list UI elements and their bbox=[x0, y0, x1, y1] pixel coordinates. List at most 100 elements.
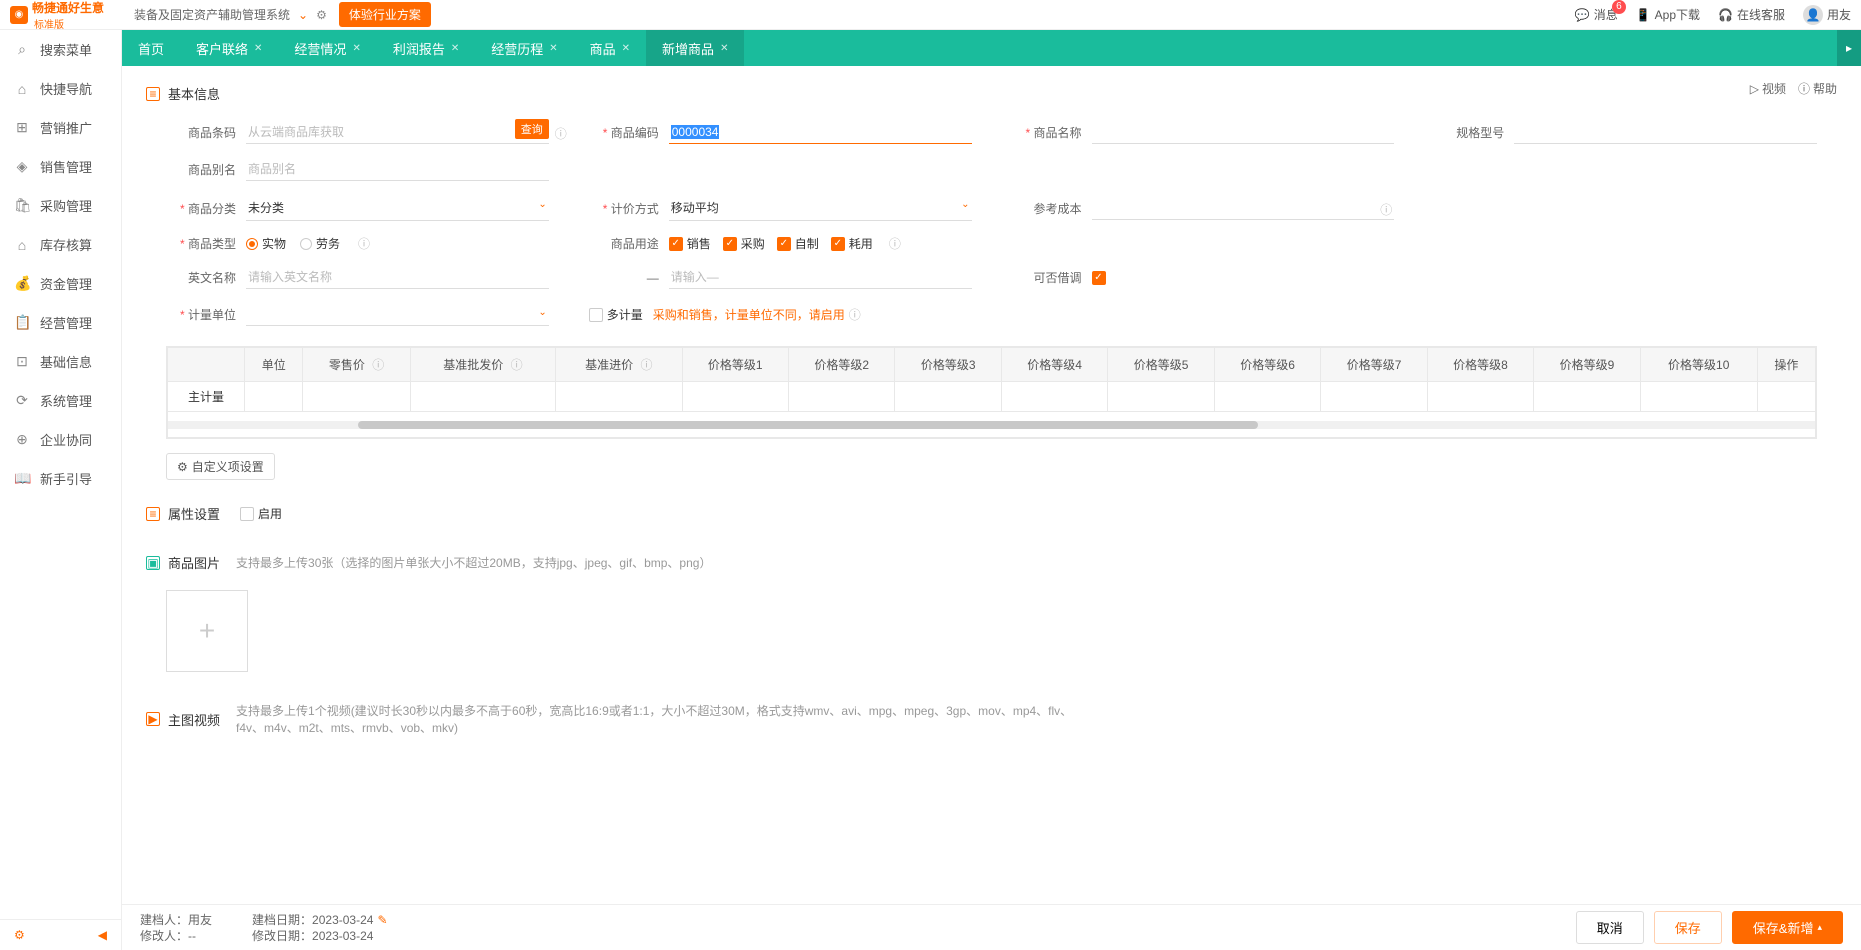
table-row[interactable]: 主计量 bbox=[168, 382, 1816, 412]
sidebar-item-1[interactable]: ⌂ 快捷导航 bbox=[0, 69, 121, 108]
tab-6[interactable]: 新增商品✕ bbox=[646, 30, 744, 66]
settings-gear-icon[interactable]: ⚙ bbox=[14, 928, 25, 942]
refcost-input[interactable] bbox=[1092, 197, 1395, 220]
logo[interactable]: ◉ 畅捷通好生意 标准版 bbox=[10, 0, 104, 31]
close-icon[interactable]: ✕ bbox=[352, 43, 360, 54]
code-input[interactable]: 0000034 bbox=[669, 121, 972, 144]
service-link[interactable]: 🎧 在线客服 bbox=[1718, 6, 1785, 23]
sidebar-item-7[interactable]: 📋经营管理 bbox=[0, 303, 121, 342]
unit-select[interactable] bbox=[246, 303, 549, 326]
transfer-checkbox[interactable] bbox=[1092, 271, 1106, 285]
cancel-button[interactable]: 取消 bbox=[1576, 911, 1644, 944]
createdate-label: 建档日期： bbox=[252, 913, 312, 927]
usage-checkbox-0[interactable]: 销售 bbox=[669, 235, 711, 252]
attr-enable-checkbox[interactable]: 启用 bbox=[240, 505, 282, 522]
user-menu[interactable]: 👤 用友 bbox=[1803, 5, 1851, 25]
sidebar-item-6[interactable]: 💰资金管理 bbox=[0, 264, 121, 303]
tab-4[interactable]: 经营历程✕ bbox=[475, 30, 573, 66]
dash-label: — bbox=[589, 271, 659, 285]
barcode-input[interactable] bbox=[246, 121, 549, 144]
tab-2[interactable]: 经营情况 ✕ bbox=[278, 30, 376, 66]
barcode-query-button[interactable]: 查询 bbox=[515, 119, 549, 139]
sidebar-icon: ⌂ bbox=[14, 81, 30, 97]
sidebar-item-11[interactable]: 📖新手引导 bbox=[0, 459, 121, 498]
sidebar-item-4[interactable]: 🛍采购管理 bbox=[0, 186, 121, 225]
multiunit-hint: 采购和销售，计量单位不同，请启用 bbox=[653, 306, 845, 323]
video-link[interactable]: ▷ 视频 bbox=[1750, 80, 1786, 97]
close-icon[interactable]: ✕ bbox=[622, 43, 630, 54]
usage-checkbox-1[interactable]: 采购 bbox=[723, 235, 765, 252]
custom-fields-button[interactable]: ⚙ 自定义项设置 bbox=[166, 453, 275, 480]
tab-label: 经营情况 bbox=[294, 39, 346, 58]
tab-expand-button[interactable]: ▸ bbox=[1837, 30, 1861, 66]
alias-label: 商品别名 bbox=[166, 161, 236, 178]
table-header-4: 基准进价 ⓘ bbox=[556, 348, 682, 382]
usage-checkbox-3[interactable]: 耗用 bbox=[831, 235, 873, 252]
sidebar-item-9[interactable]: ⟳系统管理 bbox=[0, 381, 121, 420]
sidebar-label: 库存核算 bbox=[40, 235, 92, 254]
tab-5[interactable]: 商品✕ bbox=[574, 30, 646, 66]
pricing-select[interactable]: 移动平均 bbox=[669, 195, 972, 221]
sidebar-icon: 🛍 bbox=[14, 197, 30, 214]
gear-icon[interactable]: ⚙ bbox=[316, 8, 327, 22]
table-header-11: 价格等级7 bbox=[1321, 348, 1427, 382]
dash-input[interactable] bbox=[669, 266, 972, 289]
messages-link[interactable]: 💬 消息 6 bbox=[1575, 6, 1618, 23]
alias-input[interactable] bbox=[246, 158, 549, 181]
app-download-link[interactable]: 📱 App下载 bbox=[1636, 6, 1700, 23]
sidebar-icon: ⊡ bbox=[14, 353, 30, 370]
name-input[interactable] bbox=[1092, 121, 1395, 144]
sidebar-item-8[interactable]: ⊡基础信息 bbox=[0, 342, 121, 381]
close-icon[interactable]: ✕ bbox=[720, 43, 728, 54]
tab-0[interactable]: 首页 bbox=[122, 30, 180, 66]
help-link[interactable]: ⓘ 帮助 bbox=[1798, 80, 1837, 97]
info-icon[interactable]: ⓘ bbox=[849, 306, 861, 323]
save-button[interactable]: 保存 bbox=[1654, 911, 1722, 944]
en-input[interactable] bbox=[246, 266, 549, 289]
sidebar-icon: 💰 bbox=[14, 275, 30, 292]
type-radio-physical[interactable]: 实物 bbox=[246, 235, 286, 252]
tab-3[interactable]: 利润报告✕ bbox=[377, 30, 475, 66]
sidebar-icon: ◈ bbox=[14, 158, 30, 175]
table-row[interactable] bbox=[168, 412, 1816, 438]
experience-button[interactable]: 体验行业方案 bbox=[339, 2, 431, 27]
sidebar-item-0[interactable]: ⌕搜索菜单 bbox=[0, 30, 121, 69]
image-upload-button[interactable]: + bbox=[166, 590, 248, 672]
chevron-down-icon: ⌄ bbox=[961, 199, 969, 210]
table-header-8: 价格等级4 bbox=[1001, 348, 1107, 382]
horizontal-scrollbar[interactable] bbox=[168, 421, 1815, 429]
save-new-button[interactable]: 保存&新增 ▴ bbox=[1732, 911, 1843, 944]
close-icon[interactable]: ✕ bbox=[254, 43, 262, 54]
info-icon[interactable]: ⓘ bbox=[358, 235, 370, 252]
table-header-7: 价格等级3 bbox=[895, 348, 1001, 382]
usage-checkbox-2[interactable]: 自制 bbox=[777, 235, 819, 252]
multiunit-checkbox[interactable]: 多计量 bbox=[589, 306, 643, 323]
category-select[interactable]: 未分类 bbox=[246, 195, 549, 221]
info-icon[interactable]: ⓘ bbox=[372, 358, 384, 372]
row-label: 主计量 bbox=[168, 382, 245, 412]
spec-input[interactable] bbox=[1514, 121, 1817, 144]
info-icon[interactable]: ⓘ bbox=[889, 235, 901, 252]
table-header-5: 价格等级1 bbox=[682, 348, 788, 382]
close-icon[interactable]: ✕ bbox=[451, 43, 459, 54]
name-label: 商品名称 bbox=[1012, 124, 1082, 141]
system-selector[interactable]: 装备及固定资产辅助管理系统 ⌄ ⚙ bbox=[134, 6, 327, 23]
sidebar-item-10[interactable]: ⊕企业协同 bbox=[0, 420, 121, 459]
category-label: 商品分类 bbox=[166, 200, 236, 217]
info-icon[interactable]: ⓘ bbox=[511, 358, 523, 372]
sidebar-item-5[interactable]: ⌂库存核算 bbox=[0, 225, 121, 264]
sidebar-item-3[interactable]: ◈销售管理 bbox=[0, 147, 121, 186]
info-icon[interactable]: ⓘ bbox=[555, 125, 567, 142]
modifydate-label: 修改日期： bbox=[252, 929, 312, 943]
sidebar-icon: 📋 bbox=[14, 314, 30, 331]
sidebar-label: 快捷导航 bbox=[40, 79, 92, 98]
en-label: 英文名称 bbox=[166, 269, 236, 286]
close-icon[interactable]: ✕ bbox=[549, 43, 557, 54]
info-icon[interactable]: ⓘ bbox=[1380, 201, 1392, 218]
type-radio-service[interactable]: 劳务 bbox=[300, 235, 340, 252]
info-icon[interactable]: ⓘ bbox=[640, 358, 652, 372]
tab-1[interactable]: 客户联络✕ bbox=[180, 30, 278, 66]
collapse-icon[interactable]: ◀ bbox=[98, 928, 107, 942]
sidebar-item-2[interactable]: ⊞营销推广 bbox=[0, 108, 121, 147]
edit-icon[interactable]: ✎ bbox=[377, 913, 387, 927]
